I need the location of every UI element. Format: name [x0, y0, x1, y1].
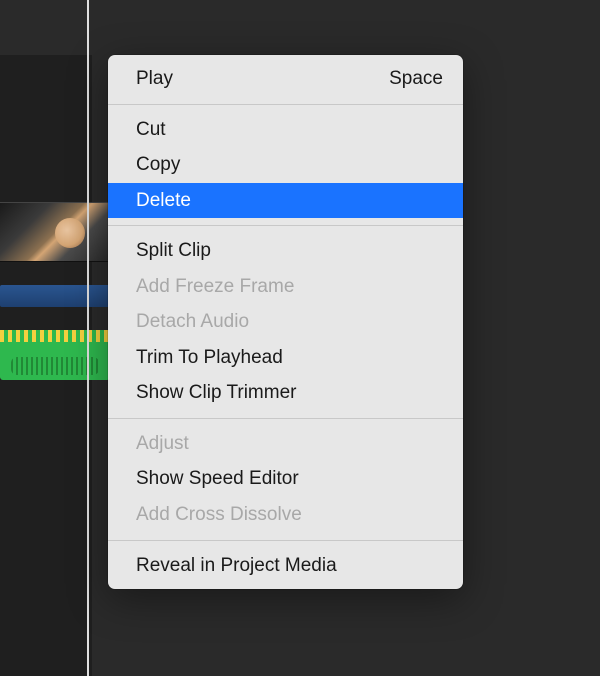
menu-item-label: Reveal in Project Media: [136, 552, 337, 580]
menu-item-show-clip-trimmer[interactable]: Show Clip Trimmer: [108, 375, 463, 411]
audio-waveform: [11, 357, 99, 375]
menu-separator: [108, 225, 463, 226]
menu-item-play[interactable]: Play Space: [108, 61, 463, 97]
menu-item-label: Trim To Playhead: [136, 344, 283, 372]
menu-item-adjust: Adjust: [108, 426, 463, 462]
menu-item-detach-audio: Detach Audio: [108, 304, 463, 340]
timeline-clip-blue[interactable]: [0, 285, 110, 307]
menu-item-label: Show Speed Editor: [136, 465, 299, 493]
menu-item-reveal-in-project-media[interactable]: Reveal in Project Media: [108, 548, 463, 584]
context-menu: Play Space Cut Copy Delete Split Clip Ad…: [108, 55, 463, 589]
menu-item-label: Show Clip Trimmer: [136, 379, 296, 407]
menu-item-label: Add Freeze Frame: [136, 273, 294, 301]
menu-separator: [108, 418, 463, 419]
menu-item-label: Add Cross Dissolve: [136, 501, 302, 529]
menu-item-show-speed-editor[interactable]: Show Speed Editor: [108, 461, 463, 497]
menu-item-label: Split Clip: [136, 237, 211, 265]
video-clip-thumbnail[interactable]: [0, 202, 110, 262]
menu-separator: [108, 540, 463, 541]
menu-item-add-cross-dissolve: Add Cross Dissolve: [108, 497, 463, 533]
audio-clip-ruler: [0, 330, 110, 342]
menu-item-copy[interactable]: Copy: [108, 147, 463, 183]
menu-item-label: Detach Audio: [136, 308, 249, 336]
menu-item-shortcut: Space: [389, 65, 443, 93]
playhead-line[interactable]: [87, 0, 89, 676]
menu-item-label: Delete: [136, 187, 191, 215]
menu-item-label: Cut: [136, 116, 166, 144]
menu-item-label: Copy: [136, 151, 180, 179]
menu-separator: [108, 104, 463, 105]
menu-item-trim-to-playhead[interactable]: Trim To Playhead: [108, 340, 463, 376]
menu-item-add-freeze-frame: Add Freeze Frame: [108, 269, 463, 305]
menu-item-cut[interactable]: Cut: [108, 112, 463, 148]
menu-item-label: Play: [136, 65, 173, 93]
menu-item-split-clip[interactable]: Split Clip: [108, 233, 463, 269]
menu-item-label: Adjust: [136, 430, 189, 458]
menu-item-delete[interactable]: Delete: [108, 183, 463, 219]
